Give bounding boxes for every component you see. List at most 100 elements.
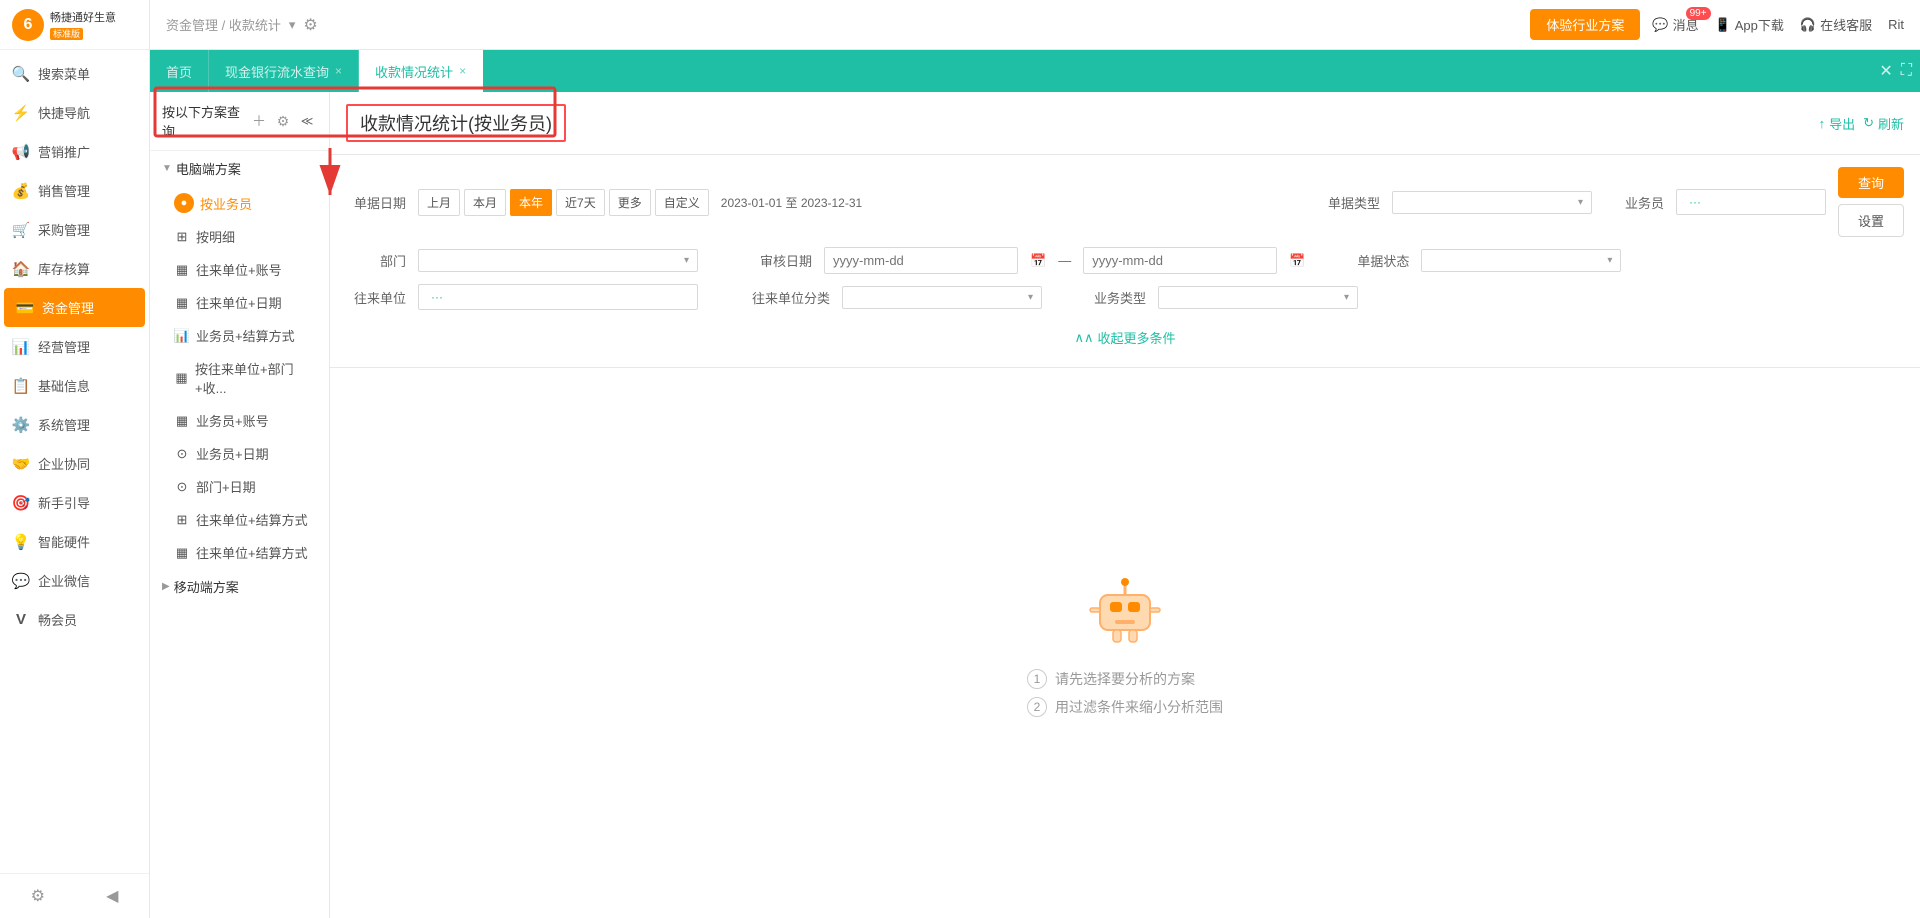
scheme-item-unit-settle2[interactable]: ▦ 往来单位+结算方式 — [150, 536, 329, 569]
page-title-box: 收款情况统计(按业务员) — [346, 104, 566, 142]
filter-area: 单据日期 上月 本月 本年 近7天 更多 自定义 2023-01-01 至 20… — [330, 155, 1920, 368]
collapse-more-btn[interactable]: ∧∧ 收起更多条件 — [346, 320, 1904, 355]
sidebar-collapse-btn[interactable]: ◀‍ — [98, 882, 126, 910]
scheme-add-btn[interactable]: ＋ — [249, 111, 269, 131]
date-btn-last-month[interactable]: 上月 — [418, 189, 460, 216]
biz-type-arrow-icon: ▾ — [1344, 292, 1349, 303]
export-icon: ↑ — [1819, 116, 1826, 131]
sidebar-item-quicknav[interactable]: ⚡ 快捷导航 — [0, 93, 149, 132]
sidebar-item-inventory[interactable]: 🏠 库存核算 — [0, 249, 149, 288]
sidebar-item-capital[interactable]: 💳 资金管理 — [4, 288, 145, 327]
app-download-btn[interactable]: 📱 App下载 — [1715, 15, 1784, 34]
refresh-btn[interactable]: ↻ 刷新 — [1863, 114, 1904, 133]
doc-status-select[interactable]: ▾ — [1421, 249, 1621, 272]
tab-receipt-close[interactable]: × — [459, 64, 466, 78]
sidebar-item-wechat[interactable]: 💬 企业微信 — [0, 561, 149, 600]
date-btn-custom[interactable]: 自定义 — [655, 189, 709, 216]
message-icon: 💬 — [1652, 17, 1668, 33]
scheme-panel: 按以下方案查询 ＋ ⚙ ≪ ▼ 电脑端方案 ● 按业务员 ⊞ — [150, 92, 330, 918]
salesman-select[interactable]: ··· — [1676, 189, 1826, 215]
tab-maximize-btn[interactable]: ⛶ — [1901, 62, 1912, 80]
sidebar-item-purchase[interactable]: 🛒 采购管理 — [0, 210, 149, 249]
empty-step-2: 2 用过滤条件来缩小分析范围 — [1027, 697, 1223, 717]
sidebar-item-operation[interactable]: 📊 经营管理 — [0, 327, 149, 366]
quicknav-icon: ⚡ — [12, 104, 30, 122]
operation-icon: 📊 — [12, 338, 30, 356]
scheme-item-unit-dept[interactable]: ▦ 按往来单位+部门+收... — [150, 352, 329, 404]
topbar-gear-icon[interactable]: ⚙ — [303, 15, 317, 35]
scheme-dept-date-icon: ⊙ — [174, 479, 190, 495]
date-btn-this-month[interactable]: 本月 — [464, 189, 506, 216]
sidebar-item-sales[interactable]: 💰 销售管理 — [0, 171, 149, 210]
scheme-item-salesman-settle[interactable]: 📊 业务员+结算方式 — [150, 319, 329, 352]
dept-select[interactable]: ▾ — [418, 249, 698, 272]
hardware-icon: 💡 — [12, 533, 30, 551]
inventory-icon: 🏠 — [12, 260, 30, 278]
empty-state: 1 请先选择要分析的方案 2 用过滤条件来缩小分析范围 — [1027, 570, 1223, 717]
tab-bank-close[interactable]: × — [335, 64, 342, 78]
date-btn-group: 上月 本月 本年 近7天 更多 自定义 — [418, 189, 709, 216]
date-btn-more[interactable]: 更多 — [609, 189, 651, 216]
step-2-num: 2 — [1027, 697, 1047, 717]
sidebar-item-member[interactable]: V 畅会员 — [0, 600, 149, 639]
scheme-group-mobile: ▶ 移动端方案 — [150, 569, 329, 604]
scheme-group-desktop-header[interactable]: ▼ 电脑端方案 — [150, 151, 329, 186]
download-icon: 📱 — [1715, 17, 1731, 33]
message-btn[interactable]: 💬 消息 99+ — [1652, 15, 1698, 34]
date-btn-7days[interactable]: 近7天 — [556, 189, 605, 216]
set-btn[interactable]: 设置 — [1838, 204, 1904, 237]
topbar: 资金管理 / 收款统计 ▾ ⚙ 体验行业方案 💬 消息 99+ 📱 App下载 … — [150, 0, 1920, 50]
tab-bank[interactable]: 现金银行流水查询 × — [209, 50, 359, 92]
export-btn[interactable]: ↑ 导出 — [1819, 114, 1856, 133]
date-range-display: 2023-01-01 至 2023-12-31 — [721, 194, 862, 211]
user-avatar[interactable]: Rit — [1888, 17, 1904, 32]
tab-home[interactable]: 首页 — [150, 50, 209, 92]
scheme-item-salesman-date[interactable]: ⊙ 业务员+日期 — [150, 437, 329, 470]
sidebar-item-guide[interactable]: 🎯 新手引导 — [0, 483, 149, 522]
breadcrumb-dropdown-icon[interactable]: ▾ — [289, 17, 296, 33]
tab-receipt[interactable]: 收款情况统计 × — [359, 50, 483, 92]
filter-row-2: 部门 ▾ 审核日期 📅 — 📅 单据状态 — [346, 247, 1904, 274]
scheme-group-mobile-header[interactable]: ▶ 移动端方案 — [150, 569, 329, 604]
scheme-item-by-salesman[interactable]: ● 按业务员 — [150, 186, 329, 220]
doc-type-select[interactable]: ▾ — [1392, 191, 1592, 214]
scheme-collapse-btn[interactable]: ≪ — [297, 111, 317, 131]
scheme-settings-btn[interactable]: ⚙ — [273, 111, 293, 131]
sidebar-item-basic[interactable]: 📋 基础信息 — [0, 366, 149, 405]
scheme-unit-settle1-icon: ⊞ — [174, 512, 190, 528]
scheme-item-dept-date[interactable]: ⊙ 部门+日期 — [150, 470, 329, 503]
sidebar-settings-btn[interactable]: ⚙ — [23, 882, 53, 910]
tabbar: 首页 现金银行流水查询 × 收款情况统计 × ✕ ⛶ — [150, 50, 1920, 92]
scheme-item-unit-account[interactable]: ▦ 往来单位+账号 — [150, 253, 329, 286]
query-btn[interactable]: 查询 — [1838, 167, 1904, 198]
scheme-salesman-settle-icon: 📊 — [174, 328, 190, 344]
review-date-start[interactable] — [824, 247, 1018, 274]
scheme-unit-date-icon: ▦ — [174, 295, 190, 311]
sidebar-item-enterprise[interactable]: 🤝 企业协同 — [0, 444, 149, 483]
sidebar-item-system[interactable]: ⚙️ 系统管理 — [0, 405, 149, 444]
scheme-item-by-detail[interactable]: ⊞ 按明细 — [150, 220, 329, 253]
counterpart-cat-arrow-icon: ▾ — [1028, 292, 1033, 303]
scheme-item-unit-settle1[interactable]: ⊞ 往来单位+结算方式 — [150, 503, 329, 536]
review-date-end-cal-icon[interactable]: 📅 — [1289, 253, 1305, 269]
biz-type-select[interactable]: ▾ — [1158, 286, 1358, 309]
scheme-item-salesman-account[interactable]: ▦ 业务员+账号 — [150, 404, 329, 437]
review-date-end[interactable] — [1083, 247, 1277, 274]
page-title: 收款情况统计(按业务员) — [360, 114, 552, 134]
counterpart-cat-select[interactable]: ▾ — [842, 286, 1042, 309]
review-date-start-cal-icon[interactable]: 📅 — [1030, 253, 1046, 269]
date-label: 单据日期 — [346, 193, 406, 212]
date-btn-this-year[interactable]: 本年 — [510, 189, 552, 216]
counterpart-select[interactable]: ··· — [418, 284, 698, 310]
trial-btn[interactable]: 体验行业方案 — [1530, 9, 1640, 40]
sidebar-nav: 🔍 搜索菜单 ⚡ 快捷导航 📢 营销推广 💰 销售管理 🛒 采购管理 🏠 库存核… — [0, 50, 149, 873]
sidebar-item-search[interactable]: 🔍 搜索菜单 — [0, 54, 149, 93]
logo-text: 畅捷通好生意 标准版 — [50, 9, 116, 40]
tab-close-all-btn[interactable]: ✕ — [1879, 61, 1892, 81]
sidebar-item-hardware[interactable]: 💡 智能硬件 — [0, 522, 149, 561]
sidebar-item-marketing[interactable]: 📢 营销推广 — [0, 132, 149, 171]
online-service-btn[interactable]: 🎧 在线客服 — [1800, 15, 1872, 34]
scheme-item-unit-date[interactable]: ▦ 往来单位+日期 — [150, 286, 329, 319]
topbar-left: 资金管理 / 收款统计 ▾ ⚙ — [166, 15, 1518, 35]
active-scheme-icon: ● — [174, 193, 194, 213]
